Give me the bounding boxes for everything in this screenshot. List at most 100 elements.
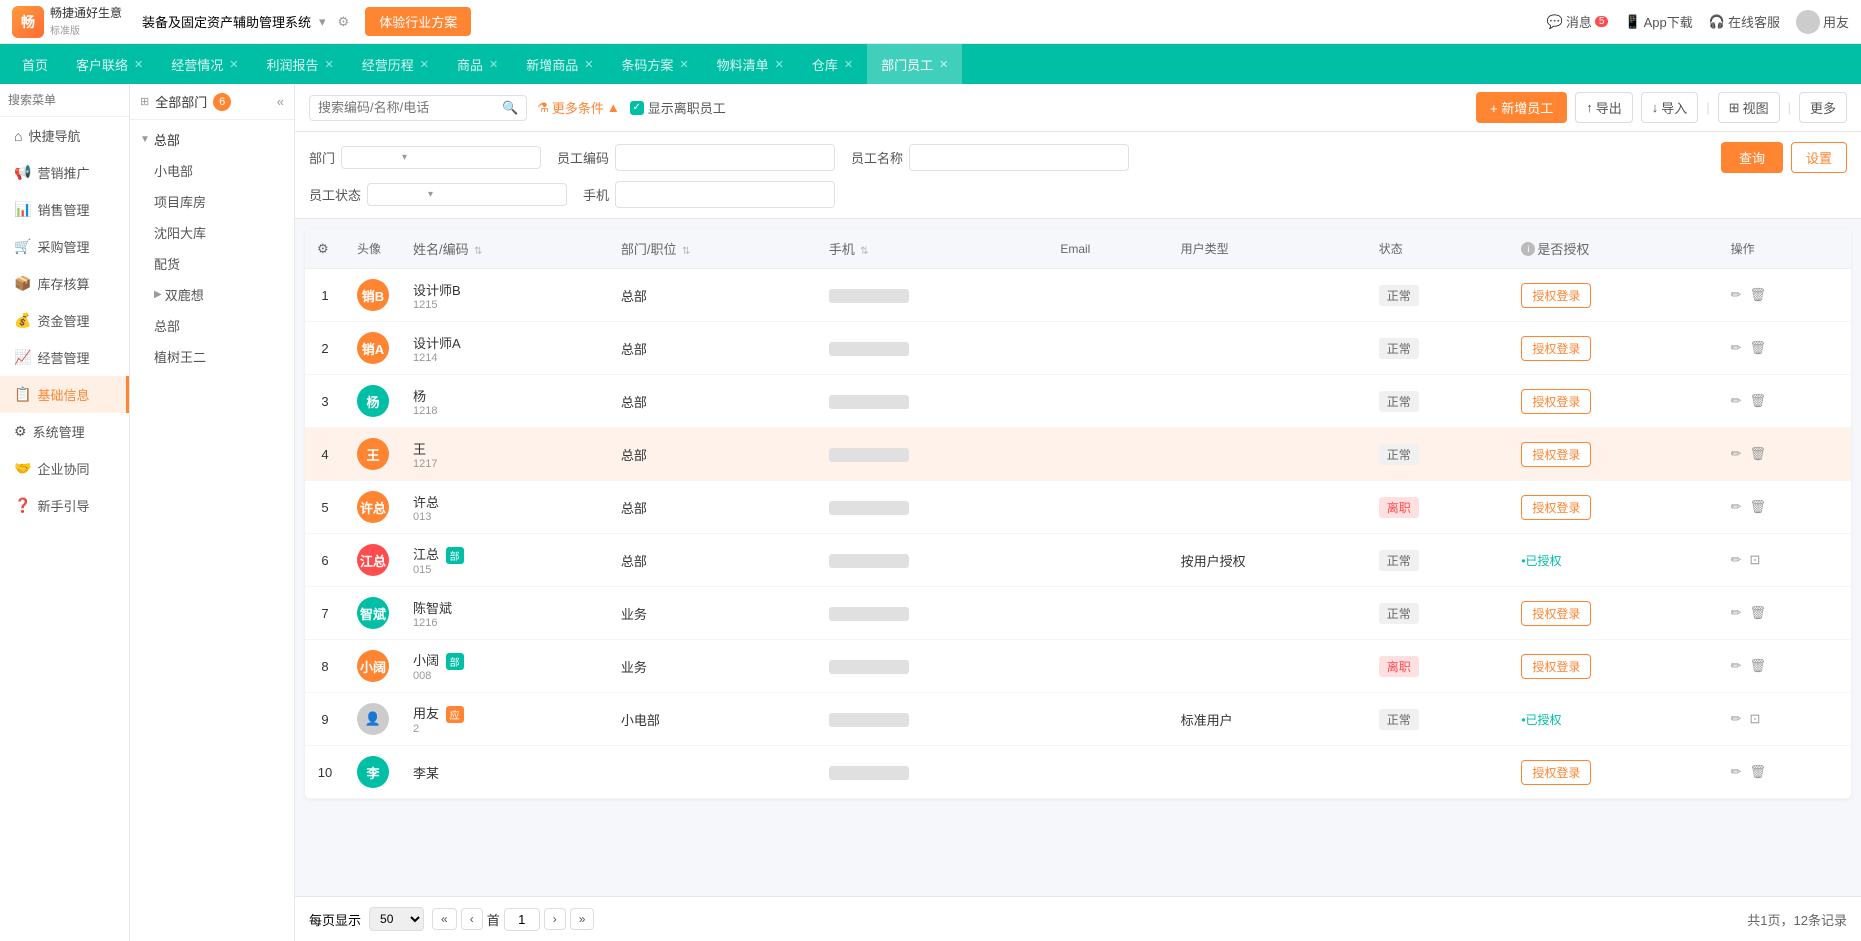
sort-phone-icon[interactable]: ⇅ [860,246,868,257]
page-size-select[interactable]: 50 20 100 [369,907,424,931]
tab-profit[interactable]: 利润报告 ✕ [252,44,347,84]
next-page-btn[interactable]: › [544,908,566,930]
page-number-input[interactable] [504,908,540,931]
filter-dept-select[interactable]: ▾ [341,146,541,169]
view-button[interactable]: ⊞ 视图 [1718,92,1780,123]
sidebar-item-finance[interactable]: 💰 资金管理 [0,302,129,339]
auth-button[interactable]: 授权登录 [1521,654,1591,679]
sidebar-item-system[interactable]: ⚙ 系统管理 [0,413,129,450]
trial-button[interactable]: 体验行业方案 [365,7,471,36]
delete-icon[interactable]: 🗑 [1750,658,1767,674]
set-button[interactable]: 设置 [1791,142,1847,173]
auth-info-icon[interactable]: i [1521,242,1535,256]
tab-process[interactable]: 经营历程 ✕ [348,44,443,84]
edit-icon[interactable]: ✏ [1731,658,1742,674]
delete-icon[interactable]: 🗑 [1750,764,1767,780]
search-menu-input[interactable] [8,93,130,107]
tab-goods[interactable]: 商品 ✕ [443,44,512,84]
dept-subitem-xiaodian[interactable]: 小电部 [130,155,294,186]
auth-button[interactable]: 授权登录 [1521,389,1591,414]
row-name: 小阔 部 008 [401,640,609,693]
tab-customer[interactable]: 客户联络 ✕ [62,44,157,84]
edit-icon[interactable]: ✏ [1731,605,1742,621]
tab-addgoods[interactable]: 新增商品 ✕ [512,44,607,84]
more-filter-btn[interactable]: ⚗ 更多条件 ▲ [537,98,620,117]
filter-phone-input[interactable] [615,181,835,208]
edit-icon[interactable]: ✏ [1731,446,1742,462]
auth-button[interactable]: 授权登录 [1521,442,1591,467]
tab-material[interactable]: 物料清单 ✕ [703,44,798,84]
dept-subitem-shenyang[interactable]: 沈阳大库 [130,217,294,248]
dept-subitem-zhishu[interactable]: 植树王二 [130,341,294,372]
sidebar-item-quick[interactable]: ⌂ 快捷导航 [0,117,129,154]
dept-subitem-distribution[interactable]: 配货 [130,248,294,279]
copy-icon[interactable]: ⊡ [1750,552,1761,568]
auth-button[interactable]: 授权登录 [1521,336,1591,361]
copy-icon[interactable]: ⊡ [1750,711,1761,727]
edit-icon[interactable]: ✏ [1731,711,1742,727]
prev-page-btn[interactable]: ‹ [461,908,483,930]
tab-staff[interactable]: 部门员工 ✕ [867,44,962,84]
dept-subitem-zongbu[interactable]: 总部 [130,310,294,341]
edit-icon[interactable]: ✏ [1731,340,1742,356]
tab-barcode[interactable]: 条码方案 ✕ [607,44,702,84]
sidebar-item-marketing[interactable]: 📢 营销推广 [0,154,129,191]
sidebar-item-cooperation[interactable]: 🤝 企业协同 [0,450,129,487]
table-settings-icon[interactable]: ⚙ [317,241,329,256]
filter-name-input[interactable] [909,144,1129,171]
delete-icon[interactable]: 🗑 [1750,287,1767,303]
auth-button[interactable]: 授权登录 [1521,760,1591,785]
edit-icon[interactable]: ✏ [1731,552,1742,568]
edit-icon[interactable]: ✏ [1731,393,1742,409]
delete-icon[interactable]: 🗑 [1750,340,1767,356]
sidebar-item-purchase[interactable]: 🛒 采购管理 [0,228,129,265]
gear-icon[interactable]: ⚙ [338,14,350,30]
action-icons: ✏ 🗑 [1731,446,1839,462]
sidebar-item-sales[interactable]: 📊 销售管理 [0,191,129,228]
finance-icon: 💰 [14,312,31,329]
dept-subitem-project[interactable]: 项目库房 [130,186,294,217]
sort-name-icon[interactable]: ⇅ [474,246,482,257]
filter-code-input[interactable] [615,144,835,171]
import-button[interactable]: ↓ 导入 [1641,92,1699,123]
filter-row-2: 员工状态 ▾ 手机 [309,181,1847,208]
app-download-btn[interactable]: 📱 App下载 [1624,12,1692,31]
auth-button[interactable]: 授权登录 [1521,283,1591,308]
row-num: 7 [305,587,345,640]
first-page-btn[interactable]: « [432,908,457,930]
sort-dept-icon[interactable]: ⇅ [682,246,690,257]
message-btn[interactable]: 💬 消息 5 [1547,12,1609,31]
export-button[interactable]: ↑ 导出 [1575,92,1633,123]
more-actions-button[interactable]: 更多 [1799,92,1847,123]
sidebar-item-inventory[interactable]: 📦 库存核算 [0,265,129,302]
add-employee-button[interactable]: + 新增员工 [1476,92,1567,123]
sidebar-item-operation[interactable]: 📈 经营管理 [0,339,129,376]
system-dropdown-icon[interactable]: ▾ [319,14,326,30]
dept-subitem-shuanglu[interactable]: ▶双鹿想 [130,279,294,310]
sidebar-item-guide[interactable]: ❓ 新手引导 [0,487,129,524]
last-page-btn[interactable]: » [570,908,595,930]
delete-icon[interactable]: 🗑 [1750,499,1767,515]
edit-icon[interactable]: ✏ [1731,499,1742,515]
tab-warehouse[interactable]: 仓库 ✕ [798,44,867,84]
tab-operation[interactable]: 经营情况 ✕ [157,44,252,84]
dept-group-header-zongbu[interactable]: ▼ 总部 [130,124,294,155]
delete-icon[interactable]: 🗑 [1750,446,1767,462]
tab-home[interactable]: 首页 [8,44,62,84]
dept-collapse-btn[interactable]: « [277,94,284,109]
show-resigned-toggle[interactable]: ✓ 显示离职员工 [630,98,726,117]
status-badge: 正常 [1379,391,1419,412]
search-input[interactable] [318,100,498,115]
query-button[interactable]: 查询 [1721,142,1783,173]
user-btn[interactable]: 用友 [1796,10,1849,34]
sidebar-item-basic[interactable]: 📋 基础信息 [0,376,129,413]
edit-icon[interactable]: ✏ [1731,287,1742,303]
delete-icon[interactable]: 🗑 [1750,393,1767,409]
support-btn[interactable]: 🎧 在线客服 [1709,12,1780,31]
auth-button[interactable]: 授权登录 [1521,495,1591,520]
edit-icon[interactable]: ✏ [1731,764,1742,780]
delete-icon[interactable]: 🗑 [1750,605,1767,621]
filter-status-select[interactable]: ▾ [367,183,567,206]
auth-button[interactable]: 授权登录 [1521,601,1591,626]
phone-blur [829,342,909,356]
